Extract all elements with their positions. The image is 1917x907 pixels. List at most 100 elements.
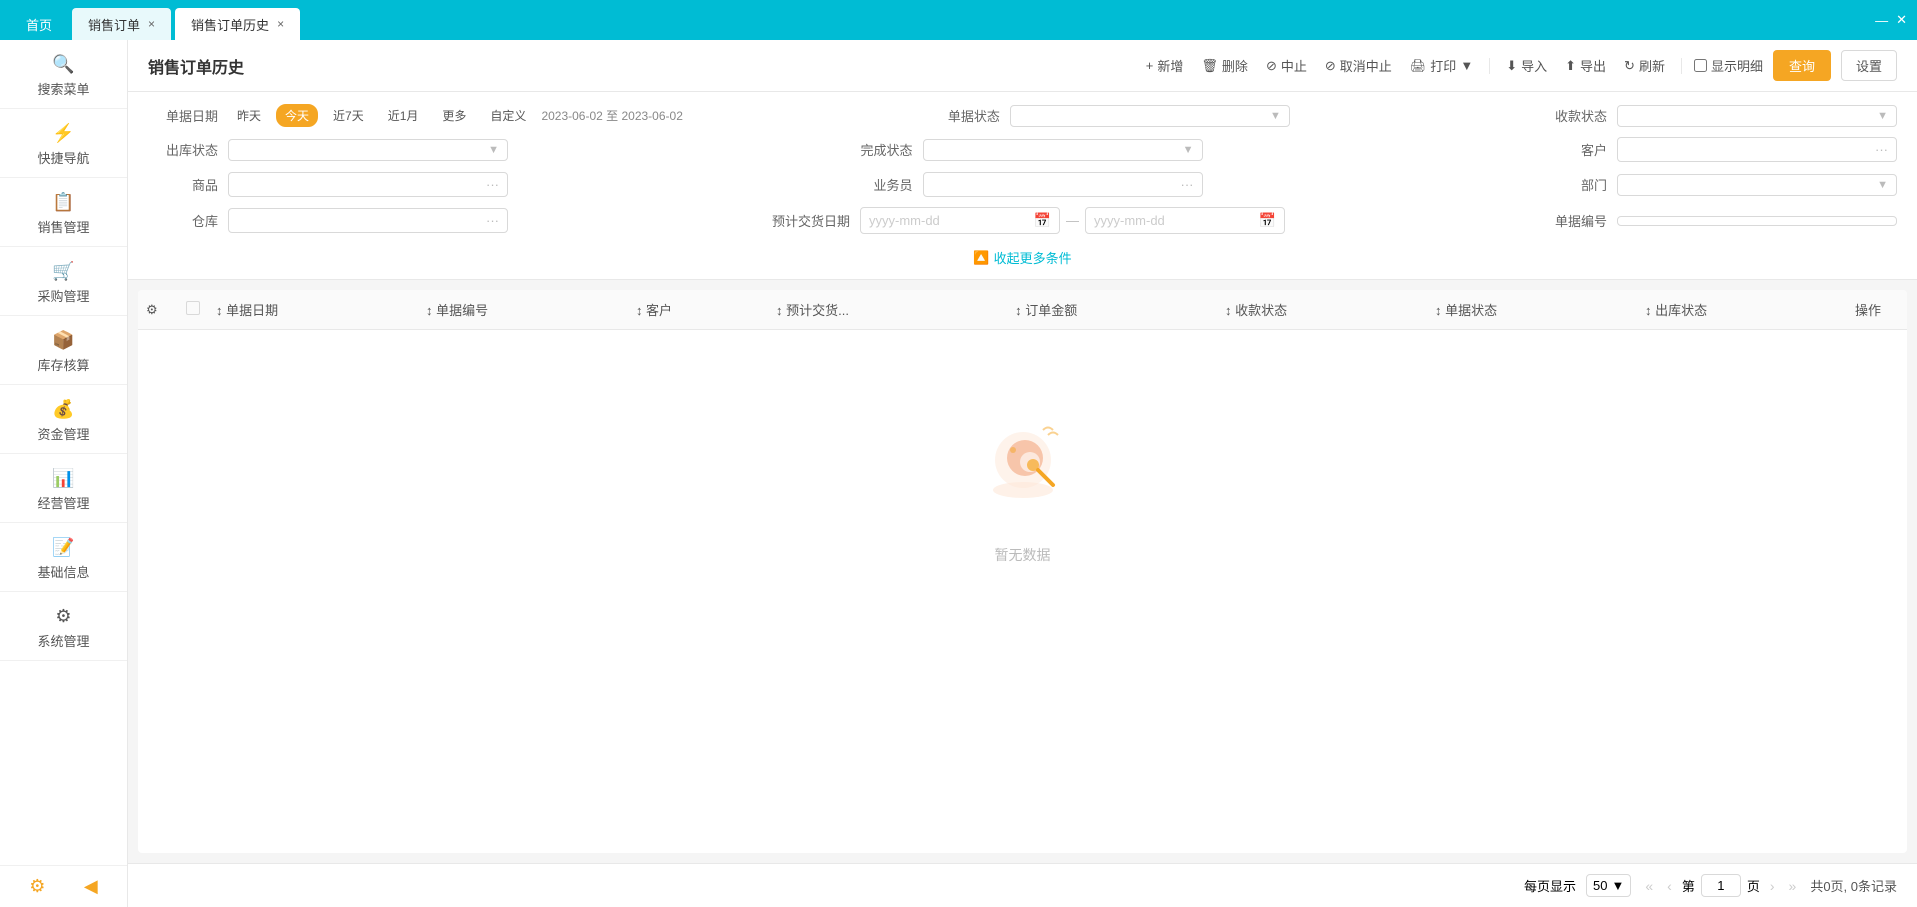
export-icon: ⬆ [1565, 58, 1576, 74]
tab-sales-order-close[interactable]: × [148, 17, 155, 31]
show-detail-checkbox-group[interactable]: 显示明细 [1694, 56, 1763, 75]
th-order-status-label: ↕ 单据状态 [1435, 303, 1497, 318]
delivery-status-select[interactable]: ▼ [228, 139, 508, 161]
sidebar-item-system[interactable]: ⚙ 系统管理 [0, 592, 127, 661]
dept-filter-label: 部门 [1537, 175, 1617, 194]
tab-sales-order-history-close[interactable]: × [277, 17, 284, 31]
delivery-date-to-input[interactable]: yyyy-mm-dd 📅 [1085, 207, 1285, 234]
page-last-button[interactable]: » [1785, 876, 1801, 896]
delivery-status-arrow: ▼ [488, 144, 499, 156]
header-checkbox[interactable] [186, 301, 200, 315]
product-input[interactable]: ··· [228, 172, 508, 197]
page-prev-button[interactable]: ‹ [1663, 876, 1676, 896]
refresh-label: 刷新 [1639, 56, 1665, 75]
delivery-date-from-calendar[interactable]: 📅 [1034, 212, 1051, 229]
delivery-status-label: 出库状态 [148, 140, 228, 159]
date-btn-more[interactable]: 更多 [433, 104, 475, 127]
order-no-filter-label: 单据编号 [1537, 211, 1617, 230]
th-delivery-status-label: ↕ 出库状态 [1645, 303, 1707, 318]
completion-status-select[interactable]: ▼ [923, 139, 1203, 161]
sidebar-item-purchase-mgmt[interactable]: 🛒 采购管理 [0, 247, 127, 316]
salesperson-input[interactable]: ··· [923, 172, 1203, 197]
refresh-button[interactable]: ↻ 刷新 [1620, 54, 1669, 77]
sidebar-item-search-menu-label: 搜索菜单 [37, 79, 89, 98]
empty-state: 暂无数据 [138, 330, 1907, 645]
date-btn-yesterday[interactable]: 昨天 [228, 104, 270, 127]
window-close[interactable]: ✕ [1896, 12, 1907, 28]
date-btn-1month[interactable]: 近1月 [379, 104, 428, 127]
page-header: 销售订单历史 + 新增 🗑 删除 ⊘ 中止 ⊘ 取消中止 [128, 40, 1917, 92]
th-delivery-date[interactable]: ↕ 预计交货... [768, 290, 1007, 330]
sidebar-item-finance[interactable]: 💰 资金管理 [0, 385, 127, 454]
sidebar-settings-icon[interactable]: ⚙ [29, 876, 45, 897]
page-title: 销售订单历史 [148, 54, 244, 78]
th-settings[interactable]: ⚙ [138, 290, 178, 330]
date-separator: — [1066, 213, 1079, 228]
sidebar-item-sales-mgmt-label: 销售管理 [37, 217, 89, 236]
sidebar-item-operations[interactable]: 📊 经营管理 [0, 454, 127, 523]
sidebar-item-sales-mgmt[interactable]: 📋 销售管理 [0, 178, 127, 247]
query-button[interactable]: 查询 [1773, 50, 1831, 81]
delete-icon: 🗑 [1201, 58, 1218, 74]
table-body: 暂无数据 [138, 330, 1907, 646]
date-btn-today[interactable]: 今天 [276, 104, 318, 127]
sidebar-item-search-menu[interactable]: 🔍 搜索菜单 [0, 40, 127, 109]
warehouse-input[interactable]: ··· [228, 208, 508, 233]
new-label: 新增 [1157, 56, 1183, 75]
tab-home[interactable]: 首页 [10, 8, 68, 40]
sidebar-item-inventory[interactable]: 📦 库存核算 [0, 316, 127, 385]
tab-sales-order-label: 销售订单 [88, 15, 140, 34]
sidebar-collapse-icon[interactable]: ◀ [84, 876, 98, 897]
delivery-date-from-input[interactable]: yyyy-mm-dd 📅 [860, 207, 1060, 234]
data-table: ⚙ ↕ 单据日期 ↕ 单据编号 ↕ 客户 ↕ 预计交货... [138, 290, 1907, 645]
date-btn-custom[interactable]: 自定义 [481, 104, 535, 127]
page-size-select[interactable]: 50 ▼ [1586, 874, 1631, 897]
th-amount[interactable]: ↕ 订单金额 [1007, 290, 1217, 330]
delete-button[interactable]: 🗑 删除 [1197, 54, 1252, 77]
th-date[interactable]: ↕ 单据日期 [208, 290, 418, 330]
cancel-stop-button[interactable]: ⊘ 取消中止 [1321, 54, 1396, 77]
settings-button[interactable]: 设置 [1841, 50, 1897, 81]
sidebar-item-quick-nav[interactable]: ⚡ 快捷导航 [0, 109, 127, 178]
order-status-select[interactable]: ▼ [1010, 105, 1290, 127]
table-footer: 每页显示 50 ▼ « ‹ 第 页 › » 共0页, 0条记录 [128, 863, 1917, 907]
tab-sales-order-history[interactable]: 销售订单历史 × [175, 8, 300, 40]
th-delivery-status[interactable]: ↕ 出库状态 [1637, 290, 1847, 330]
top-bar: 首页 销售订单 × 销售订单历史 × — ✕ [0, 0, 1917, 40]
inventory-icon: 📦 [52, 330, 74, 351]
import-button[interactable]: ⬇ 导入 [1502, 54, 1551, 77]
tab-sales-order[interactable]: 销售订单 × [72, 8, 171, 40]
show-detail-checkbox[interactable] [1694, 59, 1707, 72]
import-icon: ⬇ [1506, 58, 1517, 74]
customer-dots: ··· [1875, 142, 1888, 157]
filter-area: 单据日期 昨天 今天 近7天 近1月 更多 自定义 2023-06-02 至 2… [128, 92, 1917, 280]
th-customer[interactable]: ↕ 客户 [628, 290, 768, 330]
basics-icon: 📝 [52, 537, 74, 558]
date-btn-7days[interactable]: 近7天 [324, 104, 373, 127]
delivery-date-to-value: yyyy-mm-dd [1094, 213, 1165, 228]
collapse-bar[interactable]: 🔼 收起更多条件 [148, 244, 1897, 267]
page-first-button[interactable]: « [1641, 876, 1657, 896]
window-minimize[interactable]: — [1875, 13, 1888, 28]
page-next-button[interactable]: › [1766, 876, 1779, 896]
stop-button[interactable]: ⊘ 中止 [1262, 54, 1311, 77]
page-label: 第 [1682, 876, 1695, 895]
sidebar: 🔍 搜索菜单 ⚡ 快捷导航 📋 销售管理 🛒 采购管理 📦 库存核算 💰 资金管… [0, 40, 128, 907]
completion-status-label: 完成状态 [843, 140, 923, 159]
sidebar-item-finance-label: 资金管理 [37, 424, 89, 443]
page-number-input[interactable] [1701, 874, 1741, 897]
th-no[interactable]: ↕ 单据编号 [418, 290, 628, 330]
collapse-icon: 🔼 [973, 250, 989, 266]
th-pay-status[interactable]: ↕ 收款状态 [1217, 290, 1427, 330]
payment-status-select[interactable]: ▼ [1617, 105, 1897, 127]
customer-input[interactable]: ··· [1617, 137, 1897, 162]
export-button[interactable]: ⬆ 导出 [1561, 54, 1610, 77]
payment-status-arrow: ▼ [1877, 110, 1888, 122]
dept-select[interactable]: ▼ [1617, 174, 1897, 196]
print-button[interactable]: 🖨 打印 ▼ [1406, 54, 1477, 77]
th-order-status[interactable]: ↕ 单据状态 [1427, 290, 1637, 330]
delivery-date-to-calendar[interactable]: 📅 [1259, 212, 1276, 229]
order-no-input[interactable] [1617, 216, 1897, 226]
sidebar-item-basics[interactable]: 📝 基础信息 [0, 523, 127, 592]
new-button[interactable]: + 新增 [1142, 54, 1188, 77]
